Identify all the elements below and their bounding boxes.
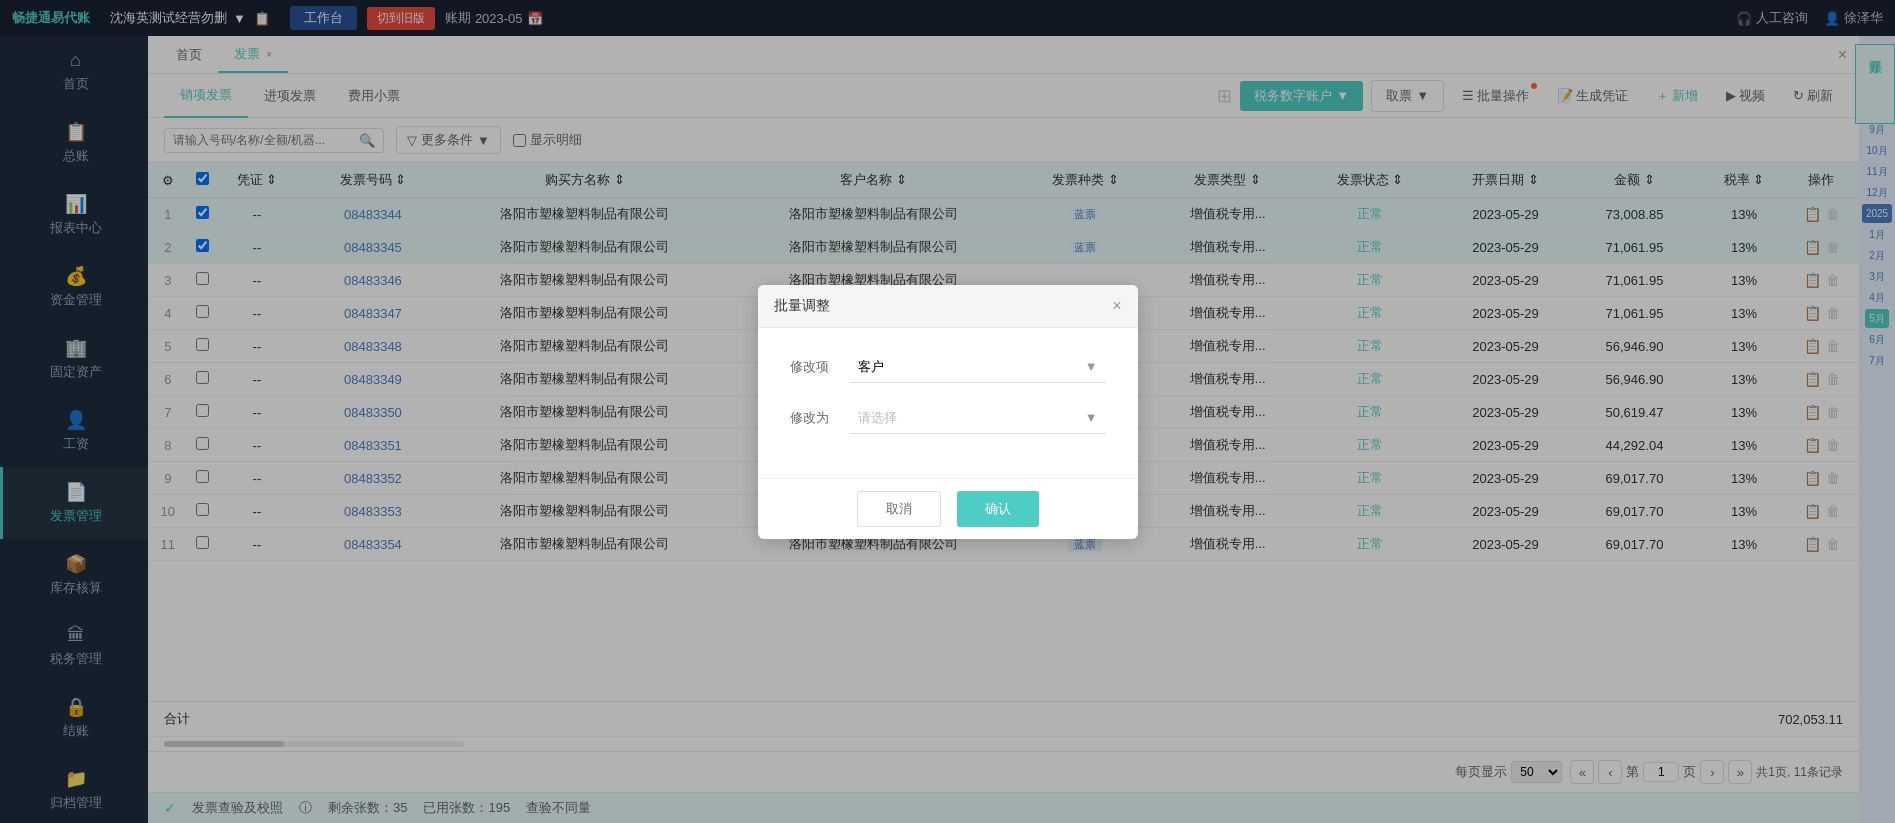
- modal-modify-placeholder: 请选择: [858, 409, 897, 427]
- modal-header: 批量调整 ×: [758, 285, 1138, 328]
- modal-footer: 取消 确认: [758, 478, 1138, 539]
- modal-modify-row: 修改为 请选择 ▼: [790, 403, 1106, 434]
- modal-field-select[interactable]: 客户 ▼: [850, 352, 1106, 383]
- modal-field-label: 修改项: [790, 358, 850, 376]
- modal-confirm-button[interactable]: 确认: [957, 491, 1039, 527]
- modal-overlay: 批量调整 × 修改项 客户 ▼ 修改为 请选择 ▼ 取消 确认: [0, 0, 1895, 823]
- modal-modify-select[interactable]: 请选择 ▼: [850, 403, 1106, 434]
- modify-dropdown-icon: ▼: [1085, 410, 1098, 425]
- modal-modify-label: 修改为: [790, 409, 850, 427]
- modal-title: 批量调整: [774, 297, 830, 315]
- modal-field-value: 客户: [858, 358, 884, 376]
- modal-body: 修改项 客户 ▼ 修改为 请选择 ▼: [758, 328, 1138, 478]
- modal-close-button[interactable]: ×: [1112, 297, 1121, 315]
- modal-field-row: 修改项 客户 ▼: [790, 352, 1106, 383]
- field-dropdown-icon: ▼: [1085, 359, 1098, 374]
- modal-cancel-button[interactable]: 取消: [857, 491, 941, 527]
- batch-adjust-modal: 批量调整 × 修改项 客户 ▼ 修改为 请选择 ▼ 取消 确认: [758, 285, 1138, 539]
